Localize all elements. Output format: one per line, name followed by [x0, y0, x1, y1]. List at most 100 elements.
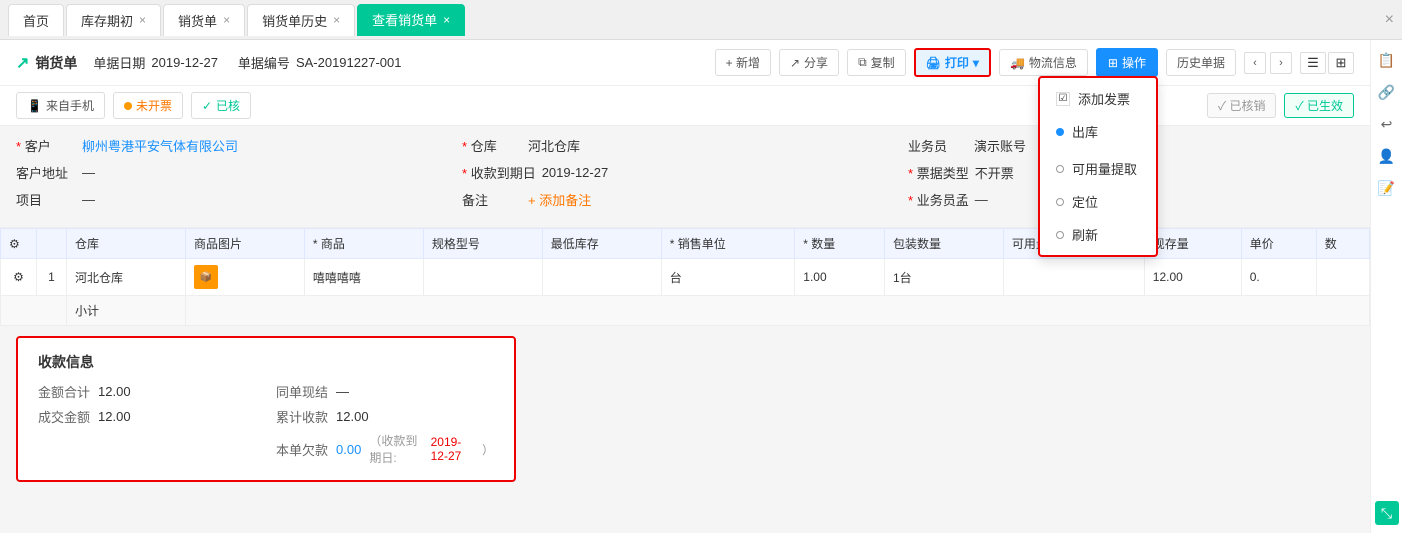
total-value: 12.00: [98, 384, 131, 399]
table-row: ⚙ 1 河北仓库 📦 嘻嘻嘻嘻 台 1.00 1台 12.00: [1, 259, 1370, 296]
sidebar-doc-icon[interactable]: 📋: [1375, 48, 1399, 72]
history-button[interactable]: 历史单据: [1166, 49, 1236, 76]
available-qty-icon: [1056, 165, 1064, 173]
doc-meta: 单据日期 2019-12-27 单据编号 SA-20191227-001: [93, 53, 698, 72]
col-spec: 规格型号: [423, 229, 542, 259]
tab-inventory-init[interactable]: 库存期初 ×: [66, 4, 161, 36]
refresh-icon: [1056, 231, 1064, 239]
arrears-date: 2019-12-27: [431, 435, 474, 463]
sidebar-note-icon[interactable]: 📝: [1375, 176, 1399, 200]
nav-prev[interactable]: ‹: [1244, 52, 1266, 74]
doc-number-field: 单据编号 SA-20191227-001: [238, 53, 402, 72]
operations-button[interactable]: ⊞ 操作: [1096, 48, 1158, 77]
dropdown-available-qty[interactable]: 可用量提取: [1040, 152, 1156, 185]
col-pack-qty: 包装数量: [884, 229, 1003, 259]
tab-close-history[interactable]: ×: [333, 13, 340, 27]
col-current-stock: 现存量: [1144, 229, 1241, 259]
product-image: 📦: [194, 265, 218, 289]
col-extra: 数: [1316, 229, 1369, 259]
col-settings[interactable]: ⚙: [1, 229, 37, 259]
payment-section: 收款信息 金额合计 12.00 同单现结 — 成交金额 12.00 累计收款 1…: [16, 336, 516, 482]
staff-value: 演示账号: [974, 136, 1026, 155]
doc-header: ↗ 销货单 单据日期 2019-12-27 单据编号 SA-20191227-0…: [0, 40, 1370, 86]
arrears-value: 0.00: [336, 442, 361, 457]
tab-home[interactable]: 首页: [8, 4, 64, 36]
col-product: * 商品: [304, 229, 423, 259]
doc-title-icon: ↗: [16, 53, 29, 73]
col-warehouse: 仓库: [67, 229, 186, 259]
locate-icon: [1056, 198, 1064, 206]
not-opened-button[interactable]: 未开票: [113, 92, 183, 119]
row-current-stock: 12.00: [1144, 259, 1241, 296]
doc-title: ↗ 销货单: [16, 53, 77, 73]
tab-sales-order[interactable]: 销货单 ×: [163, 4, 245, 36]
copy-button[interactable]: ⧉ 复制: [847, 49, 906, 76]
note-field: 备注 + 添加备注: [462, 190, 908, 209]
due-date-field: * 收款到期日 2019-12-27: [462, 163, 908, 182]
subtotal-row: 小计: [1, 296, 1370, 326]
view-grid[interactable]: ⊞: [1328, 52, 1354, 74]
customer-value[interactable]: 柳州粤港平安气体有限公司: [82, 136, 238, 155]
row-unit-price: 0.: [1241, 259, 1316, 296]
arrears-field: 本单欠款 0.00 （收款到期日: 2019-12-27 ）: [276, 432, 494, 466]
payment-grid: 金额合计 12.00 同单现结 — 成交金额 12.00 累计收款 12.00 …: [38, 382, 494, 466]
tab-view-sales[interactable]: 查看销货单 ×: [357, 4, 465, 36]
view-list[interactable]: ☰: [1300, 52, 1326, 74]
project-value: —: [82, 192, 95, 207]
tab-sales-history[interactable]: 销货单历史 ×: [247, 4, 355, 36]
tab-close-view-sales[interactable]: ×: [443, 13, 450, 27]
add-note-button[interactable]: + 添加备注: [528, 190, 591, 209]
dropdown-add-invoice[interactable]: ☑ 添加发票: [1040, 82, 1156, 115]
col-num: [37, 229, 67, 259]
col-quantity: * 数量: [795, 229, 885, 259]
tab-close-sales[interactable]: ×: [223, 13, 230, 27]
checked-button[interactable]: ✓ 已核: [191, 92, 251, 119]
dropdown-warehouse-out[interactable]: 出库: [1040, 115, 1156, 148]
doc-number-label: 单据编号: [238, 53, 290, 72]
due-date-value: 2019-12-27: [542, 165, 609, 180]
dropdown-locate[interactable]: 定位: [1040, 185, 1156, 218]
tab-bar-close-button[interactable]: ×: [1385, 11, 1394, 29]
address-value: —: [82, 165, 95, 180]
nav-next[interactable]: ›: [1270, 52, 1292, 74]
cancelled-badge: ✓ 已核销: [1207, 93, 1277, 118]
sidebar-expand-icon[interactable]: ⤡: [1375, 501, 1399, 525]
row-pack-qty: 1台: [884, 259, 1003, 296]
new-button[interactable]: + 新增: [715, 49, 771, 76]
deal-value: 12.00: [98, 409, 131, 424]
products-table: ⚙ 仓库 商品图片 * 商品 规格型号 最低库存 * 销售单位 * 数量 包装数…: [0, 228, 1370, 326]
toolbar-row: 📱 来自手机 未开票 ✓ 已核 ✓ 已核销 ✓ 已生效: [0, 86, 1370, 126]
warehouse-out-icon: [1056, 128, 1064, 136]
table-header-row: ⚙ 仓库 商品图片 * 商品 规格型号 最低库存 * 销售单位 * 数量 包装数…: [1, 229, 1370, 259]
col-unit-price: 单价: [1241, 229, 1316, 259]
row-num: 1: [37, 259, 67, 296]
same-order-field: 同单现结 —: [276, 382, 494, 401]
col-min-stock: 最低库存: [542, 229, 661, 259]
share-button[interactable]: ↗ 分享: [779, 49, 839, 76]
doc-date-label: 单据日期: [93, 53, 145, 72]
form-section: * 客户 柳州粤港平安气体有限公司 * 仓库 河北仓库 业务员 演示账号 客户地…: [0, 126, 1370, 228]
dropdown-refresh[interactable]: 刷新: [1040, 218, 1156, 251]
row-sales-unit: 台: [661, 259, 795, 296]
tab-bar: 首页 库存期初 × 销货单 × 销货单历史 × 查看销货单 × ×: [0, 0, 1402, 40]
row-quantity: 1.00: [795, 259, 885, 296]
sidebar-user-icon[interactable]: 👤: [1375, 144, 1399, 168]
row-settings[interactable]: ⚙: [1, 259, 37, 296]
doc-actions: + 新增 ↗ 分享 ⧉ 复制 🖨 打印 ▾: [715, 48, 1354, 77]
sidebar-return-icon[interactable]: ↩: [1375, 112, 1399, 136]
table-container: ⚙ 仓库 商品图片 * 商品 规格型号 最低库存 * 销售单位 * 数量 包装数…: [0, 228, 1370, 326]
from-mobile-button[interactable]: 📱 来自手机: [16, 92, 105, 119]
customer-field: * 客户 柳州粤港平安气体有限公司: [16, 136, 462, 155]
col-sales-unit: * 销售单位: [661, 229, 795, 259]
row-spec: [423, 259, 542, 296]
print-button[interactable]: 🖨 打印 ▾: [914, 48, 991, 77]
col-product-img: 商品图片: [185, 229, 304, 259]
logistics-button[interactable]: 🚚 物流信息: [999, 49, 1088, 76]
doc-number-value: SA-20191227-001: [296, 55, 402, 70]
effective-badge: ✓ 已生效: [1284, 93, 1354, 118]
deal-field: 成交金额 12.00: [38, 407, 256, 426]
nav-arrows: ‹ ›: [1244, 52, 1292, 74]
tab-close-inventory[interactable]: ×: [139, 13, 146, 27]
sidebar-link-icon[interactable]: 🔗: [1375, 80, 1399, 104]
doc-date-value: 2019-12-27: [151, 55, 218, 70]
